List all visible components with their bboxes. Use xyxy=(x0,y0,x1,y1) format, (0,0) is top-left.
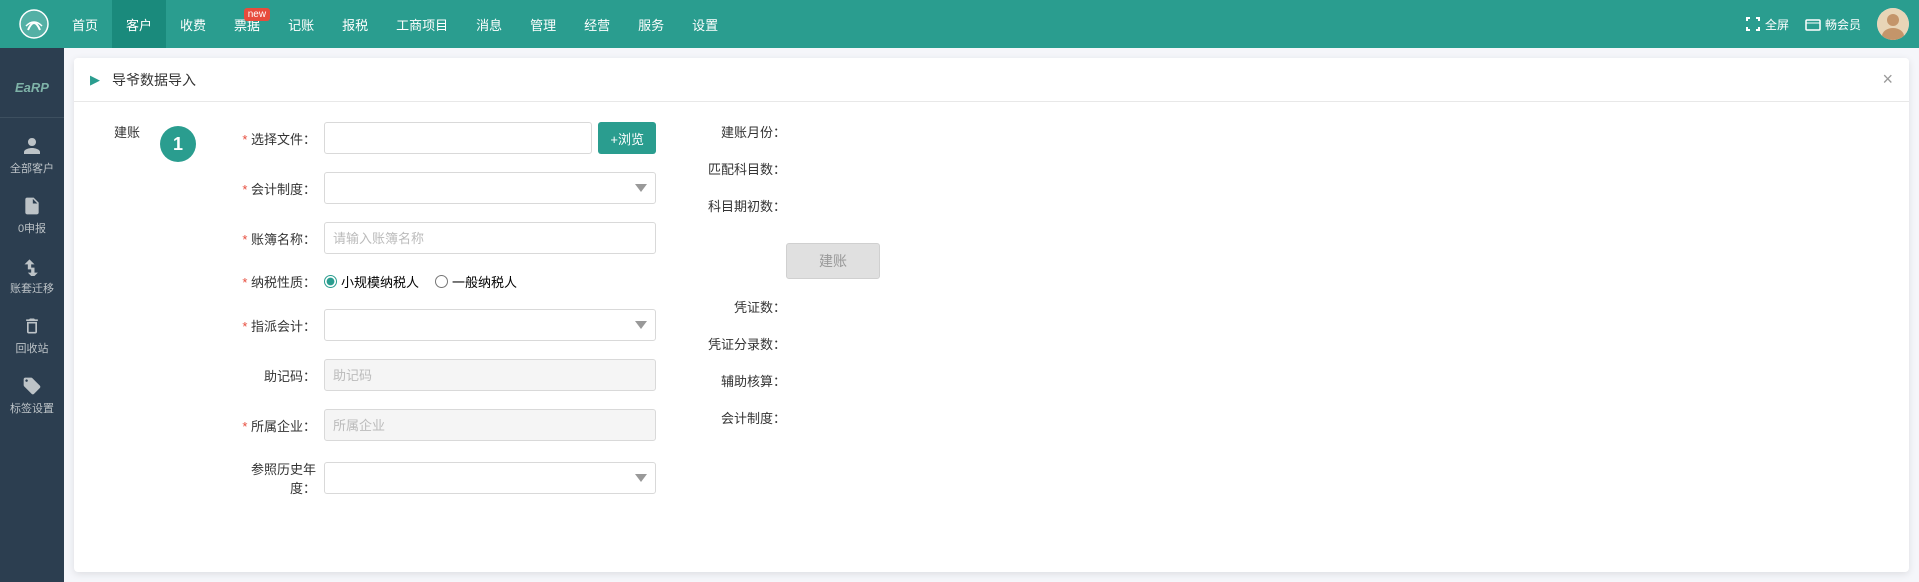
voucher-records-row: 凭证分录数： xyxy=(696,334,996,353)
nav-collection[interactable]: 收费 xyxy=(166,0,220,48)
tax-general-radio[interactable] xyxy=(435,275,448,288)
dialog: ▶ 导爷数据导入 × 建账 1 选择文件： xyxy=(74,58,1909,572)
nav-operate[interactable]: 经营 xyxy=(570,0,624,48)
person-icon xyxy=(22,136,42,156)
file-label: 选择文件： xyxy=(236,129,316,148)
voucher-count-label: 凭证数： xyxy=(696,297,786,316)
close-button[interactable]: × xyxy=(1882,70,1893,88)
subject-initial-label: 科目期初数： xyxy=(696,196,786,215)
assign-accountant-label: 指派会计： xyxy=(236,316,316,335)
nav-bizreg[interactable]: 工商项目 xyxy=(382,0,462,48)
accounting-system-label: 会计制度： xyxy=(236,179,316,198)
tax-general-option[interactable]: 一般纳税人 xyxy=(435,272,517,291)
memo-code-row: 助记码： xyxy=(236,359,656,391)
file-input[interactable] xyxy=(324,122,592,154)
sidebar-brand: EaRP xyxy=(0,58,64,118)
build-month-row: 建账月份： xyxy=(696,122,996,141)
nav-invoice[interactable]: 票据 new xyxy=(220,0,274,48)
ledger-name-row: 账簿名称： xyxy=(236,222,656,254)
tag-icon xyxy=(22,376,42,396)
auxiliary-row: 辅助核算： xyxy=(696,371,996,390)
ledger-name-input[interactable] xyxy=(324,222,656,254)
fullscreen-btn[interactable]: 全屏 xyxy=(1745,16,1789,33)
tax-small-radio[interactable] xyxy=(324,275,337,288)
sidebar-item-tag-settings[interactable]: 标签设置 xyxy=(0,368,64,424)
voucher-count-row: 凭证数： xyxy=(696,297,996,316)
assign-accountant-select[interactable] xyxy=(324,309,656,341)
history-year-row: 参照历史年度： xyxy=(236,459,656,497)
dialog-title: 导爷数据导入 xyxy=(112,70,196,90)
file-row: 选择文件： +浏览 xyxy=(236,122,656,154)
nav-items: 首页 客户 收费 票据 new 记账 报税 工商项目 消息 管理 经营 服务 设… xyxy=(58,0,1745,48)
sidebar-item-recycle[interactable]: 回收站 xyxy=(0,308,64,364)
company-row: 所属企业： xyxy=(236,409,656,441)
build-month-label: 建账月份： xyxy=(696,122,786,141)
tax-small-option[interactable]: 小规模纳税人 xyxy=(324,272,419,291)
transfer-icon xyxy=(22,256,42,276)
step-badge: 1 xyxy=(160,126,196,162)
nav-service[interactable]: 服务 xyxy=(624,0,678,48)
tax-type-label: 纳税性质： xyxy=(236,272,316,291)
sidebar-item-all-clients[interactable]: 全部客户 xyxy=(0,128,64,184)
subject-initial-row: 科目期初数： xyxy=(696,196,996,215)
dialog-body: 建账 1 选择文件： +浏览 会计制度： xyxy=(74,102,1909,572)
auxiliary-label: 辅助核算： xyxy=(696,371,786,390)
user-avatar[interactable] xyxy=(1877,8,1909,40)
import-icon: ▶ xyxy=(90,72,100,88)
form-section: 选择文件： +浏览 会计制度： xyxy=(236,122,656,552)
nav-message[interactable]: 消息 xyxy=(462,0,516,48)
nav-home[interactable]: 首页 xyxy=(58,0,112,48)
nav-right: 全屏 畅会员 xyxy=(1745,8,1909,40)
tax-type-radio-group: 小规模纳税人 一般纳税人 xyxy=(324,272,656,291)
file-input-group: +浏览 xyxy=(324,122,656,154)
match-subject-label: 匹配科目数： xyxy=(696,159,786,178)
main-layout: EaRP 全部客户 0申报 账套迁移 回收站 标签设置 ▶ 导爷数据导入 xyxy=(0,48,1919,582)
sidebar-item-account-migration[interactable]: 账套迁移 xyxy=(0,248,64,304)
nav-customer[interactable]: 客户 xyxy=(112,0,166,48)
ledger-name-label: 账簿名称： xyxy=(236,229,316,248)
nav-ledger[interactable]: 记账 xyxy=(274,0,328,48)
browse-button[interactable]: +浏览 xyxy=(598,122,656,154)
file-icon xyxy=(22,196,42,216)
sidebar: EaRP 全部客户 0申报 账套迁移 回收站 标签设置 xyxy=(0,48,64,582)
invoice-badge: new xyxy=(244,8,270,21)
nav-admin[interactable]: 管理 xyxy=(516,0,570,48)
app-logo[interactable] xyxy=(10,0,58,48)
sidebar-item-declaration[interactable]: 0申报 xyxy=(0,188,64,244)
trash-icon xyxy=(22,316,42,336)
accounting-system-row: 会计制度： xyxy=(236,172,656,204)
build-button[interactable]: 建账 xyxy=(786,243,880,279)
info-accounting-system-row: 会计制度： xyxy=(696,408,996,427)
accounting-system-select[interactable] xyxy=(324,172,656,204)
assign-accountant-row: 指派会计： xyxy=(236,309,656,341)
match-subject-row: 匹配科目数： xyxy=(696,159,996,178)
memo-code-label: 助记码： xyxy=(236,366,316,385)
vip-btn[interactable]: 畅会员 xyxy=(1805,16,1861,33)
dialog-header: ▶ 导爷数据导入 × xyxy=(74,58,1909,102)
nav-tax[interactable]: 报税 xyxy=(328,0,382,48)
info-section: 建账月份： 匹配科目数： 科目期初数： 建账 xyxy=(696,122,996,552)
top-nav: 首页 客户 收费 票据 new 记账 报税 工商项目 消息 管理 经营 服务 设… xyxy=(0,0,1919,48)
step-section: 建账 1 xyxy=(114,122,196,552)
content-area: ▶ 导爷数据导入 × 建账 1 选择文件： xyxy=(64,48,1919,582)
history-year-label: 参照历史年度： xyxy=(236,459,316,497)
voucher-records-label: 凭证分录数： xyxy=(696,334,786,353)
company-label: 所属企业： xyxy=(236,416,316,435)
tax-type-row: 纳税性质： 小规模纳税人 一般纳税人 xyxy=(236,272,656,291)
memo-code-input[interactable] xyxy=(324,359,656,391)
company-input[interactable] xyxy=(324,409,656,441)
step-label: 建账 xyxy=(114,122,140,149)
info-accounting-system-label: 会计制度： xyxy=(696,408,786,427)
history-year-select[interactable] xyxy=(324,462,656,494)
nav-settings[interactable]: 设置 xyxy=(678,0,732,48)
